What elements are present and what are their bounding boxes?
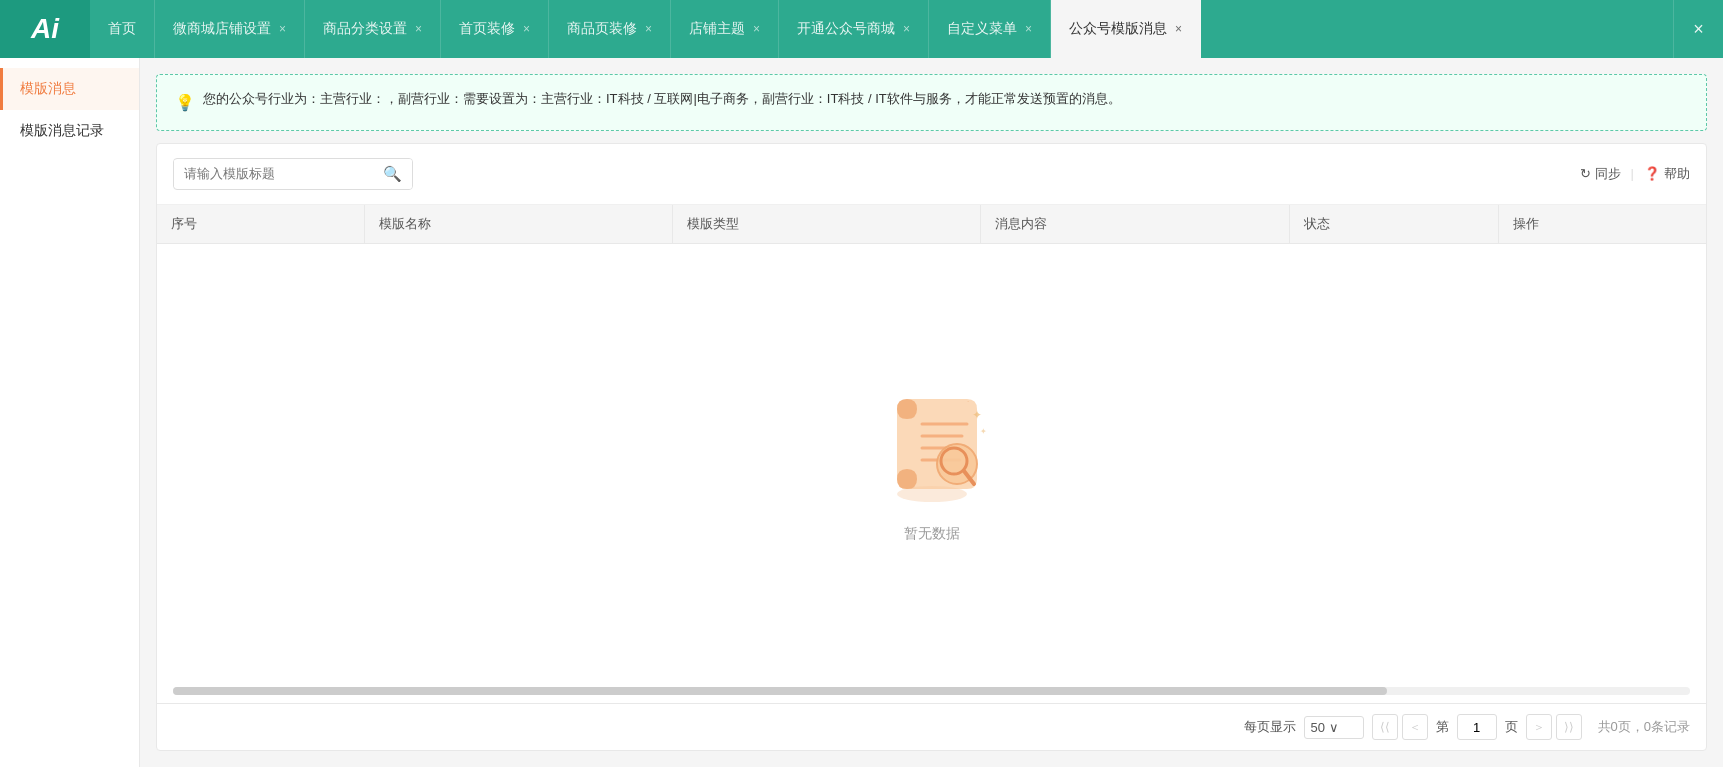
table-header: 序号模版名称模版类型消息内容状态操作	[157, 205, 1706, 244]
nav-tab-close[interactable]: ×	[415, 22, 422, 36]
dropdown-icon: ∨	[1329, 720, 1339, 735]
sidebar: 模版消息模版消息记录	[0, 58, 140, 767]
page-nav: ⟨⟨ ＜ 第 页 ＞ ⟩⟩	[1372, 714, 1582, 740]
nav-tab-home-decoration[interactable]: 首页装修 ×	[441, 0, 549, 58]
sidebar-item-template-msg[interactable]: 模版消息	[0, 68, 139, 110]
help-icon: ❓	[1644, 166, 1660, 181]
nav-tabs-container: 首页微商城店铺设置×商品分类设置×首页装修×商品页装修×店铺主题×开通公众号商城…	[90, 0, 1673, 58]
data-table: 序号模版名称模版类型消息内容状态操作	[157, 205, 1706, 244]
content-area: 💡 您的公众号行业为：主营行业：，副营行业：需要设置为：主营行业：IT科技 / …	[140, 58, 1723, 767]
nav-tab-shop-theme[interactable]: 店铺主题 ×	[671, 0, 779, 58]
col-seq: 序号	[157, 205, 364, 244]
total-records-text: 共0页，0条记录	[1598, 718, 1690, 736]
last-page-button[interactable]: ⟩⟩	[1556, 714, 1582, 740]
nav-tab-close[interactable]: ×	[903, 22, 910, 36]
prev-page-button[interactable]: ＜	[1402, 714, 1428, 740]
main-layout: 模版消息模版消息记录 💡 您的公众号行业为：主营行业：，副营行业：需要设置为：主…	[0, 58, 1723, 767]
page-size-value: 50	[1311, 720, 1325, 735]
nav-tab-home[interactable]: 首页	[90, 0, 155, 58]
close-all-button[interactable]: ×	[1673, 0, 1723, 58]
nav-tab-label: 商品页装修	[567, 20, 637, 38]
logo-text: Ai	[31, 13, 59, 45]
sync-button[interactable]: ↻ 同步	[1580, 165, 1621, 183]
svg-text:✦: ✦	[972, 408, 982, 422]
svg-text:✦: ✦	[980, 427, 987, 436]
nav-tab-close[interactable]: ×	[279, 22, 286, 36]
nav-tab-label: 首页装修	[459, 20, 515, 38]
search-bar: 🔍 ↻ 同步 | ❓ 帮助	[157, 144, 1706, 205]
search-button[interactable]: 🔍	[373, 159, 412, 189]
app-logo: Ai	[0, 0, 90, 58]
search-input-wrapper[interactable]: 🔍	[173, 158, 413, 190]
next-page-button[interactable]: ＞	[1526, 714, 1552, 740]
col-content: 消息内容	[981, 205, 1289, 244]
sync-label: 同步	[1595, 165, 1621, 183]
sync-icon: ↻	[1580, 166, 1591, 181]
top-navigation: Ai 首页微商城店铺设置×商品分类设置×首页装修×商品页装修×店铺主题×开通公众…	[0, 0, 1723, 58]
nav-tab-label: 店铺主题	[689, 20, 745, 38]
pagination-area: 每页显示 50 ∨ ⟨⟨ ＜ 第 页 ＞ ⟩⟩ 共0页，0条记录	[157, 703, 1706, 750]
col-status: 状态	[1289, 205, 1498, 244]
action-divider: |	[1631, 166, 1634, 181]
table-section: 🔍 ↻ 同步 | ❓ 帮助	[156, 143, 1707, 751]
nav-tab-label: 商品分类设置	[323, 20, 407, 38]
scrollbar-thumb[interactable]	[173, 687, 1387, 695]
table-header-row: 序号模版名称模版类型消息内容状态操作	[157, 205, 1706, 244]
help-label: 帮助	[1664, 165, 1690, 183]
nav-tab-custom-menu[interactable]: 自定义菜单 ×	[929, 0, 1051, 58]
nav-tab-close[interactable]: ×	[1025, 22, 1032, 36]
svg-text:·: ·	[967, 397, 969, 406]
first-page-button[interactable]: ⟨⟨	[1372, 714, 1398, 740]
col-name: 模版名称	[364, 205, 672, 244]
page-size-label: 每页显示	[1244, 718, 1296, 736]
empty-illustration: ✦ ✦ ·	[872, 379, 992, 509]
nav-tab-close[interactable]: ×	[523, 22, 530, 36]
horizontal-scrollbar-area[interactable]	[157, 679, 1706, 703]
sidebar-item-template-msg-records[interactable]: 模版消息记录	[0, 110, 139, 152]
search-input[interactable]	[174, 160, 373, 187]
page-size-select[interactable]: 50 ∨	[1304, 716, 1364, 739]
empty-state: ✦ ✦ · 暂无数据	[157, 244, 1706, 679]
nav-tab-category-settings[interactable]: 商品分类设置 ×	[305, 0, 441, 58]
nav-tab-close[interactable]: ×	[645, 22, 652, 36]
search-actions: ↻ 同步 | ❓ 帮助	[1580, 165, 1690, 183]
page-number-input[interactable]	[1457, 714, 1497, 740]
help-button[interactable]: ❓ 帮助	[1644, 165, 1690, 183]
alert-message: 您的公众号行业为：主营行业：，副营行业：需要设置为：主营行业：IT科技 / 互联…	[203, 89, 1121, 110]
horizontal-scrollbar[interactable]	[173, 687, 1690, 695]
col-action: 操作	[1499, 205, 1706, 244]
alert-icon: 💡	[175, 90, 195, 116]
empty-text: 暂无数据	[904, 525, 960, 543]
page-unit: 页	[1505, 718, 1518, 736]
alert-banner: 💡 您的公众号行业为：主营行业：，副营行业：需要设置为：主营行业：IT科技 / …	[156, 74, 1707, 131]
nav-tab-product-decoration[interactable]: 商品页装修 ×	[549, 0, 671, 58]
col-type: 模版类型	[673, 205, 981, 244]
nav-tab-label: 首页	[108, 20, 136, 38]
nav-tab-label: 开通公众号商城	[797, 20, 895, 38]
page-word: 第	[1436, 718, 1449, 736]
nav-tab-template-msg[interactable]: 公众号模版消息 ×	[1051, 0, 1201, 58]
nav-tab-shop-settings[interactable]: 微商城店铺设置 ×	[155, 0, 305, 58]
nav-tab-label: 微商城店铺设置	[173, 20, 271, 38]
nav-tab-label: 自定义菜单	[947, 20, 1017, 38]
nav-tab-label: 公众号模版消息	[1069, 20, 1167, 38]
nav-tab-close[interactable]: ×	[753, 22, 760, 36]
nav-tab-open-mall[interactable]: 开通公众号商城 ×	[779, 0, 929, 58]
nav-tab-close[interactable]: ×	[1175, 22, 1182, 36]
